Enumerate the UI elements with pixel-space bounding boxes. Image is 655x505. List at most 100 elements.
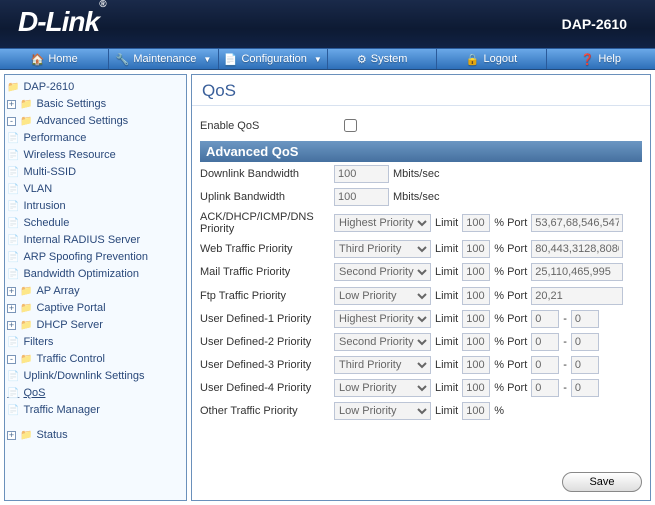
web-port-input[interactable] xyxy=(531,240,623,258)
tree-vlan[interactable]: VLAN xyxy=(7,181,184,198)
menu-logout[interactable]: 🔒Logout xyxy=(437,49,546,69)
collapse-icon[interactable]: - xyxy=(7,355,16,364)
tree-basic-settings[interactable]: +Basic Settings xyxy=(7,96,184,113)
tree-multi-ssid[interactable]: Multi-SSID xyxy=(7,164,184,181)
u2-porta-input[interactable] xyxy=(531,333,559,351)
limit-label: Limit xyxy=(435,405,458,417)
ftp-port-input[interactable] xyxy=(531,287,623,305)
ack-port-input[interactable] xyxy=(531,214,623,232)
tree-performance[interactable]: Performance xyxy=(7,130,184,147)
menu-help[interactable]: ❓Help xyxy=(547,49,655,69)
chevron-down-icon: ▼ xyxy=(314,55,322,64)
pct-port-label: % Port xyxy=(494,359,527,371)
tree-captive-portal[interactable]: +Captive Portal xyxy=(7,300,184,317)
tree-schedule[interactable]: Schedule xyxy=(7,215,184,232)
limit-label: Limit xyxy=(435,359,458,371)
ack-priority-select[interactable]: Highest Priority xyxy=(334,214,431,232)
tree-bandwidth-opt[interactable]: Bandwidth Optimization xyxy=(7,266,184,283)
tree-radius[interactable]: Internal RADIUS Server xyxy=(7,232,184,249)
tree-wireless-resource[interactable]: Wireless Resource xyxy=(7,147,184,164)
mail-port-input[interactable] xyxy=(531,263,623,281)
menu-home[interactable]: 🏠Home xyxy=(0,49,109,69)
mail-limit-input[interactable] xyxy=(462,263,490,281)
limit-label: Limit xyxy=(435,217,458,229)
other-limit-input[interactable] xyxy=(462,402,490,420)
tree-root[interactable]: DAP-2610 xyxy=(7,79,184,96)
ack-limit-input[interactable] xyxy=(462,214,490,232)
uplink-label: Uplink Bandwidth xyxy=(200,191,330,203)
u1-porta-input[interactable] xyxy=(531,310,559,328)
tool-icon: 🔧 xyxy=(116,53,130,66)
limit-label: Limit xyxy=(435,336,458,348)
expand-icon[interactable]: + xyxy=(7,287,16,296)
u4-limit-input[interactable] xyxy=(462,379,490,397)
u1-priority-select[interactable]: Highest Priority xyxy=(334,310,431,328)
downlink-input[interactable] xyxy=(334,165,389,183)
tree-traffic-control[interactable]: -Traffic Control xyxy=(7,351,184,368)
ftp-priority-select[interactable]: Low Priority xyxy=(334,287,431,305)
limit-label: Limit xyxy=(435,243,458,255)
menu-configuration[interactable]: 📄Configuration▼ xyxy=(219,49,328,69)
web-label: Web Traffic Priority xyxy=(200,243,330,255)
home-icon: 🏠 xyxy=(31,53,45,66)
u1-limit-input[interactable] xyxy=(462,310,490,328)
logout-icon: 🔒 xyxy=(466,53,480,66)
u4-portb-input[interactable] xyxy=(571,379,599,397)
menu-system[interactable]: ⚙System xyxy=(328,49,437,69)
pct-port-label: % Port xyxy=(494,217,527,229)
web-limit-input[interactable] xyxy=(462,240,490,258)
u3-porta-input[interactable] xyxy=(531,356,559,374)
tree-updown-settings[interactable]: Uplink/Downlink Settings xyxy=(7,368,184,385)
tree-ap-array[interactable]: +AP Array xyxy=(7,283,184,300)
dash-label: - xyxy=(563,336,567,348)
expand-icon[interactable]: + xyxy=(7,304,16,313)
ftp-limit-input[interactable] xyxy=(462,287,490,305)
expand-icon[interactable]: + xyxy=(7,431,16,440)
u2-priority-select[interactable]: Second Priority xyxy=(334,333,431,351)
tree-arp[interactable]: ARP Spoofing Prevention xyxy=(7,249,184,266)
u2-portb-input[interactable] xyxy=(571,333,599,351)
uplink-input[interactable] xyxy=(334,188,389,206)
u2-limit-input[interactable] xyxy=(462,333,490,351)
u3-limit-input[interactable] xyxy=(462,356,490,374)
gear-icon: ⚙ xyxy=(357,53,367,66)
doc-icon: 📄 xyxy=(224,53,238,66)
menu-maintenance[interactable]: 🔧Maintenance▼ xyxy=(109,49,218,69)
limit-label: Limit xyxy=(435,382,458,394)
dash-label: - xyxy=(563,313,567,325)
collapse-icon[interactable]: - xyxy=(7,117,16,126)
u4-porta-input[interactable] xyxy=(531,379,559,397)
header-banner: D-Link® DAP-2610 xyxy=(0,0,655,48)
enable-qos-checkbox[interactable] xyxy=(344,119,357,132)
tree-status[interactable]: +Status xyxy=(7,427,184,444)
tree-traffic-manager[interactable]: Traffic Manager xyxy=(7,402,184,419)
chevron-down-icon: ▼ xyxy=(203,55,211,64)
limit-label: Limit xyxy=(435,313,458,325)
u3-portb-input[interactable] xyxy=(571,356,599,374)
u3-priority-select[interactable]: Third Priority xyxy=(334,356,431,374)
dash-label: - xyxy=(563,382,567,394)
tree-dhcp-server[interactable]: +DHCP Server xyxy=(7,317,184,334)
tree-qos[interactable]: QoS xyxy=(7,385,184,402)
pct-port-label: % Port xyxy=(494,382,527,394)
u1-portb-input[interactable] xyxy=(571,310,599,328)
save-button[interactable]: Save xyxy=(562,472,642,492)
tree-intrusion[interactable]: Intrusion xyxy=(7,198,184,215)
other-priority-select[interactable]: Low Priority xyxy=(334,402,431,420)
expand-icon[interactable]: + xyxy=(7,100,16,109)
pct-port-label: % Port xyxy=(494,266,527,278)
sidebar: DAP-2610 +Basic Settings -Advanced Setti… xyxy=(4,74,187,501)
expand-icon[interactable]: + xyxy=(7,321,16,330)
enable-qos-label: Enable QoS xyxy=(200,120,330,132)
web-priority-select[interactable]: Third Priority xyxy=(334,240,431,258)
other-label: Other Traffic Priority xyxy=(200,405,330,417)
page-title: QoS xyxy=(192,75,650,106)
unit-label: Mbits/sec xyxy=(393,191,439,203)
section-header: Advanced QoS xyxy=(200,141,642,162)
tree-advanced-settings[interactable]: -Advanced Settings xyxy=(7,113,184,130)
mail-priority-select[interactable]: Second Priority xyxy=(334,263,431,281)
downlink-label: Downlink Bandwidth xyxy=(200,168,330,180)
u4-priority-select[interactable]: Low Priority xyxy=(334,379,431,397)
tree-filters[interactable]: Filters xyxy=(7,334,184,351)
help-icon: ❓ xyxy=(581,53,595,66)
